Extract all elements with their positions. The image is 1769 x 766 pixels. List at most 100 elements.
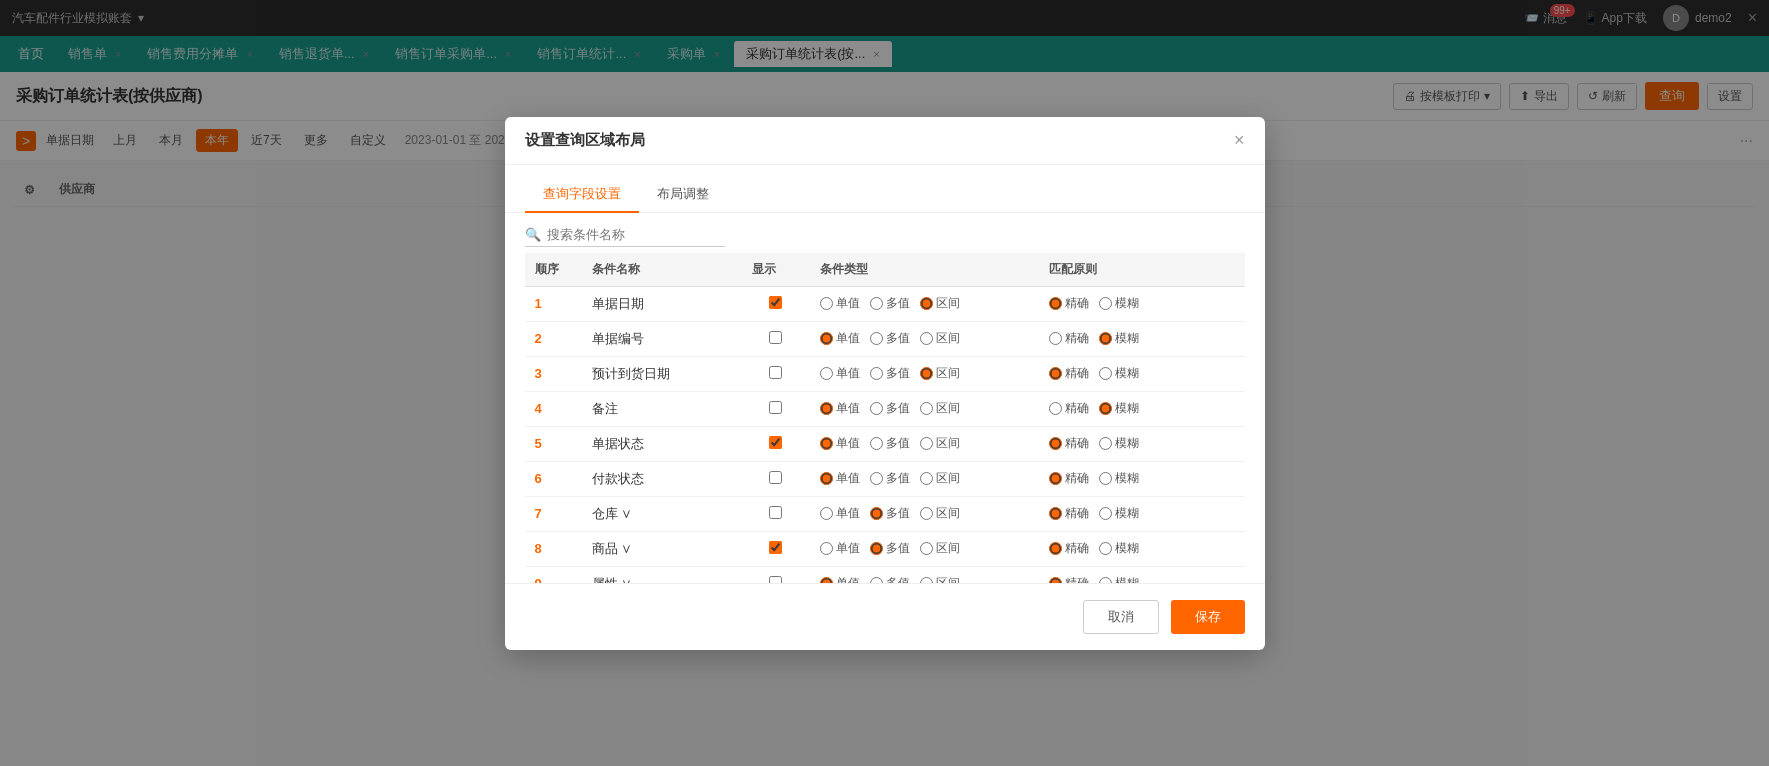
match-radio[interactable] bbox=[1049, 402, 1062, 415]
search-input[interactable] bbox=[547, 227, 717, 242]
type-radio[interactable] bbox=[920, 332, 933, 345]
type-radio-item[interactable]: 单值 bbox=[820, 400, 860, 417]
type-radio-item[interactable]: 区间 bbox=[920, 505, 960, 522]
match-radio[interactable] bbox=[1049, 332, 1062, 345]
type-radio[interactable] bbox=[870, 402, 883, 415]
match-radio-item[interactable]: 精确 bbox=[1049, 540, 1089, 557]
type-radio[interactable] bbox=[820, 542, 833, 555]
match-radio[interactable] bbox=[1049, 542, 1062, 555]
type-radio[interactable] bbox=[820, 437, 833, 450]
type-radio-item[interactable]: 单值 bbox=[820, 295, 860, 312]
type-radio-item[interactable]: 区间 bbox=[920, 330, 960, 347]
match-radio-item[interactable]: 模糊 bbox=[1099, 575, 1139, 583]
type-radio[interactable] bbox=[820, 507, 833, 520]
type-radio-item[interactable]: 多值 bbox=[870, 435, 910, 452]
show-checkbox[interactable] bbox=[769, 471, 782, 484]
type-radio[interactable] bbox=[920, 472, 933, 485]
match-radio[interactable] bbox=[1049, 472, 1062, 485]
type-radio-item[interactable]: 多值 bbox=[870, 330, 910, 347]
match-radio[interactable] bbox=[1099, 472, 1112, 485]
match-radio-item[interactable]: 精确 bbox=[1049, 435, 1089, 452]
show-checkbox[interactable] bbox=[769, 436, 782, 449]
match-radio[interactable] bbox=[1049, 297, 1062, 310]
type-radio-item[interactable]: 区间 bbox=[920, 470, 960, 487]
type-radio-item[interactable]: 多值 bbox=[870, 575, 910, 583]
type-radio-item[interactable]: 区间 bbox=[920, 540, 960, 557]
show-checkbox[interactable] bbox=[769, 331, 782, 344]
match-radio-item[interactable]: 模糊 bbox=[1099, 295, 1139, 312]
match-radio-item[interactable]: 精确 bbox=[1049, 365, 1089, 382]
match-radio[interactable] bbox=[1099, 297, 1112, 310]
type-radio[interactable] bbox=[870, 507, 883, 520]
match-radio-item[interactable]: 模糊 bbox=[1099, 505, 1139, 522]
match-radio[interactable] bbox=[1099, 542, 1112, 555]
match-radio[interactable] bbox=[1099, 507, 1112, 520]
type-radio[interactable] bbox=[920, 507, 933, 520]
type-radio-item[interactable]: 区间 bbox=[920, 435, 960, 452]
type-radio-item[interactable]: 单值 bbox=[820, 470, 860, 487]
type-radio[interactable] bbox=[920, 437, 933, 450]
save-button[interactable]: 保存 bbox=[1171, 600, 1245, 634]
type-radio[interactable] bbox=[820, 367, 833, 380]
match-radio[interactable] bbox=[1049, 437, 1062, 450]
type-radio[interactable] bbox=[820, 402, 833, 415]
type-radio[interactable] bbox=[920, 542, 933, 555]
match-radio[interactable] bbox=[1099, 367, 1112, 380]
show-checkbox[interactable] bbox=[769, 576, 782, 583]
type-radio[interactable] bbox=[870, 297, 883, 310]
type-radio[interactable] bbox=[820, 297, 833, 310]
type-radio-item[interactable]: 单值 bbox=[820, 540, 860, 557]
type-radio[interactable] bbox=[920, 297, 933, 310]
type-radio-item[interactable]: 多值 bbox=[870, 505, 910, 522]
type-radio-item[interactable]: 多值 bbox=[870, 295, 910, 312]
match-radio-item[interactable]: 精确 bbox=[1049, 400, 1089, 417]
match-radio-item[interactable]: 模糊 bbox=[1099, 400, 1139, 417]
type-radio-item[interactable]: 单值 bbox=[820, 365, 860, 382]
match-radio[interactable] bbox=[1049, 507, 1062, 520]
match-radio-item[interactable]: 模糊 bbox=[1099, 435, 1139, 452]
type-radio[interactable] bbox=[870, 542, 883, 555]
type-radio-item[interactable]: 单值 bbox=[820, 330, 860, 347]
cancel-button[interactable]: 取消 bbox=[1083, 600, 1159, 634]
type-radio-item[interactable]: 单值 bbox=[820, 505, 860, 522]
dialog-tab-query-fields[interactable]: 查询字段设置 bbox=[525, 177, 639, 213]
type-radio[interactable] bbox=[870, 437, 883, 450]
type-radio-item[interactable]: 区间 bbox=[920, 295, 960, 312]
show-checkbox[interactable] bbox=[769, 506, 782, 519]
show-checkbox[interactable] bbox=[769, 401, 782, 414]
match-radio[interactable] bbox=[1099, 332, 1112, 345]
match-radio-item[interactable]: 精确 bbox=[1049, 575, 1089, 583]
type-radio[interactable] bbox=[820, 332, 833, 345]
match-radio-item[interactable]: 精确 bbox=[1049, 470, 1089, 487]
type-radio-item[interactable]: 区间 bbox=[920, 575, 960, 583]
show-checkbox[interactable] bbox=[769, 541, 782, 554]
show-checkbox[interactable] bbox=[769, 366, 782, 379]
show-checkbox[interactable] bbox=[769, 296, 782, 309]
match-radio-item[interactable]: 模糊 bbox=[1099, 540, 1139, 557]
match-radio-item[interactable]: 模糊 bbox=[1099, 365, 1139, 382]
type-radio-item[interactable]: 多值 bbox=[870, 540, 910, 557]
type-radio[interactable] bbox=[870, 332, 883, 345]
type-radio-item[interactable]: 多值 bbox=[870, 400, 910, 417]
type-radio-item[interactable]: 单值 bbox=[820, 575, 860, 583]
type-radio-item[interactable]: 多值 bbox=[870, 470, 910, 487]
dialog-close-button[interactable]: × bbox=[1234, 131, 1245, 149]
type-radio[interactable] bbox=[920, 402, 933, 415]
match-radio-item[interactable]: 精确 bbox=[1049, 505, 1089, 522]
type-radio-item[interactable]: 多值 bbox=[870, 365, 910, 382]
type-radio[interactable] bbox=[870, 367, 883, 380]
match-radio[interactable] bbox=[1099, 437, 1112, 450]
match-radio-item[interactable]: 精确 bbox=[1049, 295, 1089, 312]
type-radio[interactable] bbox=[870, 472, 883, 485]
dialog-tab-layout[interactable]: 布局调整 bbox=[639, 177, 727, 213]
type-radio[interactable] bbox=[920, 367, 933, 380]
type-radio-item[interactable]: 区间 bbox=[920, 365, 960, 382]
type-radio[interactable] bbox=[820, 472, 833, 485]
match-radio[interactable] bbox=[1049, 367, 1062, 380]
type-radio-item[interactable]: 单值 bbox=[820, 435, 860, 452]
type-radio-item[interactable]: 区间 bbox=[920, 400, 960, 417]
match-radio-item[interactable]: 模糊 bbox=[1099, 330, 1139, 347]
match-radio[interactable] bbox=[1099, 402, 1112, 415]
match-radio-item[interactable]: 模糊 bbox=[1099, 470, 1139, 487]
match-radio-item[interactable]: 精确 bbox=[1049, 330, 1089, 347]
